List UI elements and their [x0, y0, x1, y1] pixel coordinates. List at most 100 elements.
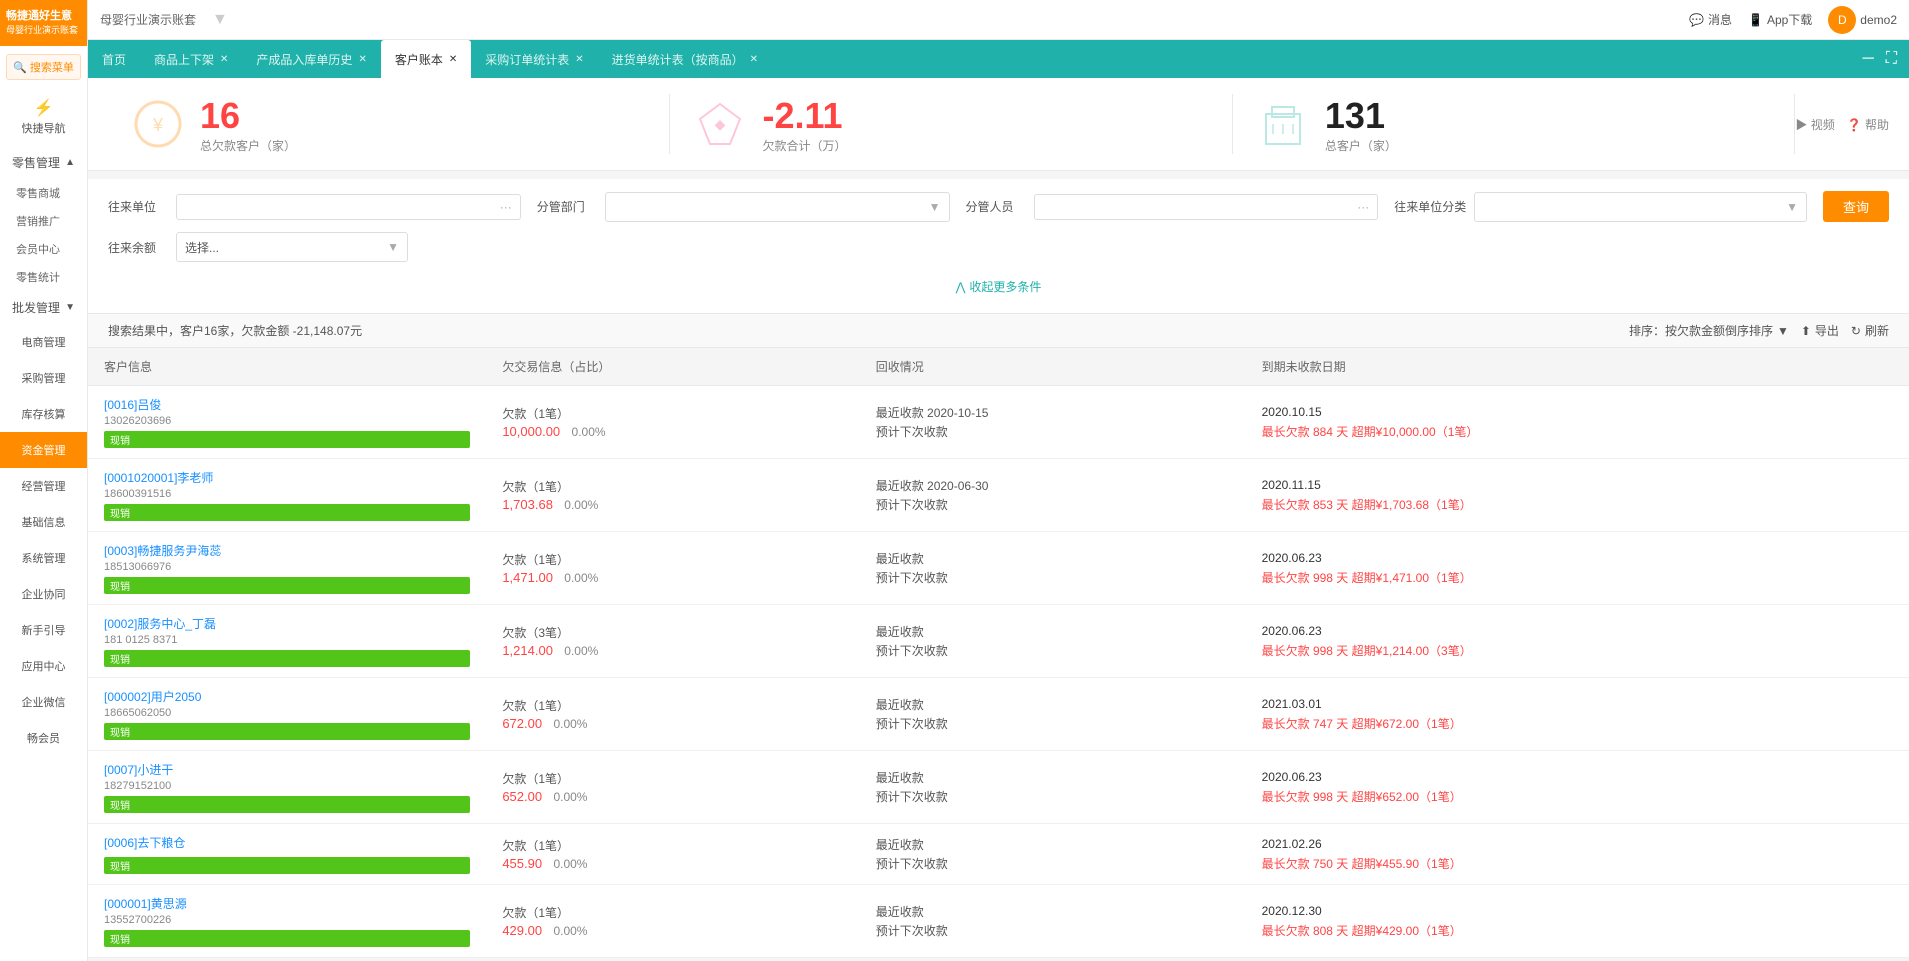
tabs-maximize-btn[interactable]: ⛶	[1882, 48, 1901, 70]
overdue-link-5[interactable]: 超期¥652.00（1笔）	[1352, 790, 1462, 804]
sidebar-item-business[interactable]: 经营管理	[0, 468, 87, 504]
tab-home[interactable]: 首页	[88, 40, 140, 78]
sidebar-item-inventory[interactable]: 库存核算	[0, 396, 87, 432]
cell-debt-2: 欠款（1笔） 1,471.00 0.00%	[486, 532, 859, 605]
overdue-link-0[interactable]: 超期¥10,000.00（1笔）	[1352, 425, 1479, 439]
tab-product-shelf[interactable]: 商品上下架 ✕	[140, 40, 242, 78]
sidebar: 畅捷通好生意 母婴行业演示账套 🔍 搜索菜单 ⚡ 快捷导航 零售管理 ▲ 零售商…	[0, 0, 88, 961]
debt-amount-7: 429.00	[502, 923, 542, 938]
sidebar-item-retail-stats[interactable]: 零售统计	[0, 263, 87, 291]
message-btn[interactable]: 💬 消息	[1689, 11, 1732, 28]
sidebar-item-marketing[interactable]: 营销推广	[0, 207, 87, 235]
cell-collection-5: 最近收款 预计下次收款	[860, 751, 1246, 824]
filter-balance-select[interactable]: 选择... ▼	[176, 232, 408, 262]
overdue-link-3[interactable]: 超期¥1,214.00（3笔）	[1352, 644, 1472, 658]
due-date-3: 2020.06.23	[1262, 624, 1893, 638]
customer-name-link-3[interactable]: [0002]服务中心_丁磊	[104, 615, 470, 632]
filter-collapse-btn[interactable]: ⋀ 收起更多条件	[108, 272, 1889, 301]
tab-customer-account[interactable]: 客户账本 ✕	[381, 40, 471, 78]
overdue-link-2[interactable]: 超期¥1,471.00（1笔）	[1352, 571, 1472, 585]
message-label: 消息	[1708, 11, 1732, 28]
sidebar-item-guide[interactable]: 新手引导	[0, 612, 87, 648]
table-header-row: 客户信息 欠交易信息（占比） 回收情况 到期未收款日期	[88, 348, 1909, 386]
system-label: 系统管理	[22, 550, 66, 566]
customer-name-link-1[interactable]: [0001020001]李老师	[104, 469, 470, 486]
sidebar-item-system[interactable]: 系统管理	[0, 540, 87, 576]
tab-inbound-stats-close[interactable]: ✕	[750, 54, 758, 65]
debt-label-3: 欠款（3笔）	[502, 624, 843, 641]
sidebar-item-collab[interactable]: 企业协同	[0, 576, 87, 612]
sidebar-item-member[interactable]: 会员中心	[0, 235, 87, 263]
customer-name-link-6[interactable]: [0006]去下粮仓	[104, 834, 470, 851]
sidebar-item-vip[interactable]: 畅会员	[0, 720, 87, 756]
sidebar-item-finance[interactable]: 资金管理	[0, 432, 87, 468]
tab-inbound-stats[interactable]: 进货单统计表（按商品） ✕	[598, 40, 772, 78]
cell-customer-2: [0003]畅捷服务尹海蕊 18513066976 现销	[88, 532, 486, 605]
overdue-link-4[interactable]: 超期¥672.00（1笔）	[1352, 717, 1462, 731]
sidebar-item-purchase[interactable]: 采购管理	[0, 360, 87, 396]
stat-total-customers: 131 总客户（家）	[1233, 94, 1795, 154]
app-download-btn[interactable]: 📱 App下载	[1748, 11, 1812, 28]
tabs-minimize-btn[interactable]: ─	[1858, 48, 1877, 70]
tab-inbound-history-close[interactable]: ✕	[358, 54, 366, 65]
sidebar-item-basic[interactable]: 基础信息	[0, 504, 87, 540]
filter-balance-arrow: ▼	[387, 240, 399, 254]
overdue-link-7[interactable]: 超期¥429.00（1笔）	[1352, 924, 1462, 938]
customer-name-link-7[interactable]: [000001]黄思源	[104, 895, 470, 912]
sidebar-item-retail[interactable]: 零售管理 ▲	[0, 146, 87, 179]
cell-customer-4: [000002]用户2050 18665062050 现销	[88, 678, 486, 751]
overdue-link-6[interactable]: 超期¥455.90（1笔）	[1352, 857, 1462, 871]
sidebar-item-wholesale[interactable]: 批发管理 ▼	[0, 291, 87, 324]
search-menu-btn[interactable]: 🔍 搜索菜单	[6, 54, 81, 80]
results-summary: 搜索结果中，客户16家，欠款金额 -21,148.07元	[108, 322, 362, 339]
next-collection-1: 预计下次收款	[876, 496, 1230, 513]
cell-collection-3: 最近收款 预计下次收款	[860, 605, 1246, 678]
view-video-btn[interactable]: ▶ 视频	[1795, 116, 1834, 133]
guide-label: 新手引导	[22, 622, 66, 638]
last-collection-0: 最近收款 2020-10-15	[876, 404, 1230, 421]
customer-badge-3: 现销	[104, 650, 470, 667]
query-button[interactable]: 查询	[1823, 191, 1889, 222]
sidebar-item-search[interactable]: 🔍 搜索菜单	[0, 46, 87, 88]
due-date-1: 2020.11.15	[1262, 478, 1893, 492]
stat-debt-total-number: -2.11	[762, 95, 846, 137]
collapse-arrow-icon: ⋀	[956, 280, 966, 294]
tab-purchase-stats-close[interactable]: ✕	[575, 54, 583, 65]
customer-name-link-0[interactable]: [0016]吕俊	[104, 396, 470, 413]
filter-category-select[interactable]: ▼	[1474, 192, 1807, 222]
sort-control[interactable]: 排序：按欠款金额倒序排序 ▼	[1629, 322, 1789, 339]
help-btn[interactable]: ❓ 帮助	[1847, 116, 1889, 133]
main-area: 母婴行业演示账套 ▼ 💬 消息 📱 App下载 D demo2 首页 商品上下架…	[88, 0, 1909, 961]
tab-product-shelf-close[interactable]: ✕	[220, 54, 228, 65]
filter-dept: 分管部门 ▼	[537, 192, 950, 222]
user-menu[interactable]: D demo2	[1828, 6, 1897, 34]
sidebar-item-apps[interactable]: 应用中心	[0, 648, 87, 684]
export-btn[interactable]: ⬆ 导出	[1801, 322, 1839, 339]
sidebar-item-retail-mall[interactable]: 零售商城	[0, 179, 87, 207]
filter-dept-select[interactable]: ▼	[605, 192, 950, 222]
filter-partner-dots: ···	[500, 200, 512, 214]
filter-category-label: 往来单位分类	[1394, 198, 1466, 215]
last-collection-2: 最近收款	[876, 550, 1230, 567]
col-customer-info: 客户信息	[88, 348, 486, 386]
tab-customer-account-close[interactable]: ✕	[449, 54, 457, 65]
sidebar-item-ecommerce[interactable]: 电商管理	[0, 324, 87, 360]
cell-collection-4: 最近收款 预计下次收款	[860, 678, 1246, 751]
filter-category-arrow: ▼	[1786, 200, 1798, 214]
customer-name-link-2[interactable]: [0003]畅捷服务尹海蕊	[104, 542, 470, 559]
refresh-btn[interactable]: ↻ 刷新	[1851, 322, 1889, 339]
purchase-label: 采购管理	[22, 370, 66, 386]
filter-person-input[interactable]: ···	[1034, 194, 1379, 220]
sidebar-item-wechat[interactable]: 企业微信	[0, 684, 87, 720]
last-collection-4: 最近收款	[876, 696, 1230, 713]
sidebar-item-quicknav[interactable]: ⚡ 快捷导航	[0, 88, 87, 146]
overdue-link-1[interactable]: 超期¥1,703.68（1笔）	[1352, 498, 1472, 512]
cell-customer-1: [0001020001]李老师 18600391516 现销	[88, 459, 486, 532]
tab-purchase-stats[interactable]: 采购订单统计表 ✕	[471, 40, 597, 78]
customer-name-link-4[interactable]: [000002]用户2050	[104, 688, 470, 705]
tab-inbound-history[interactable]: 产成品入库单历史 ✕	[242, 40, 380, 78]
filter-partner-input[interactable]: ···	[176, 194, 521, 220]
customer-name-link-5[interactable]: [0007]小进干	[104, 761, 470, 778]
table-row: [0003]畅捷服务尹海蕊 18513066976 现销 欠款（1笔） 1,47…	[88, 532, 1909, 605]
apps-label: 应用中心	[22, 658, 66, 674]
